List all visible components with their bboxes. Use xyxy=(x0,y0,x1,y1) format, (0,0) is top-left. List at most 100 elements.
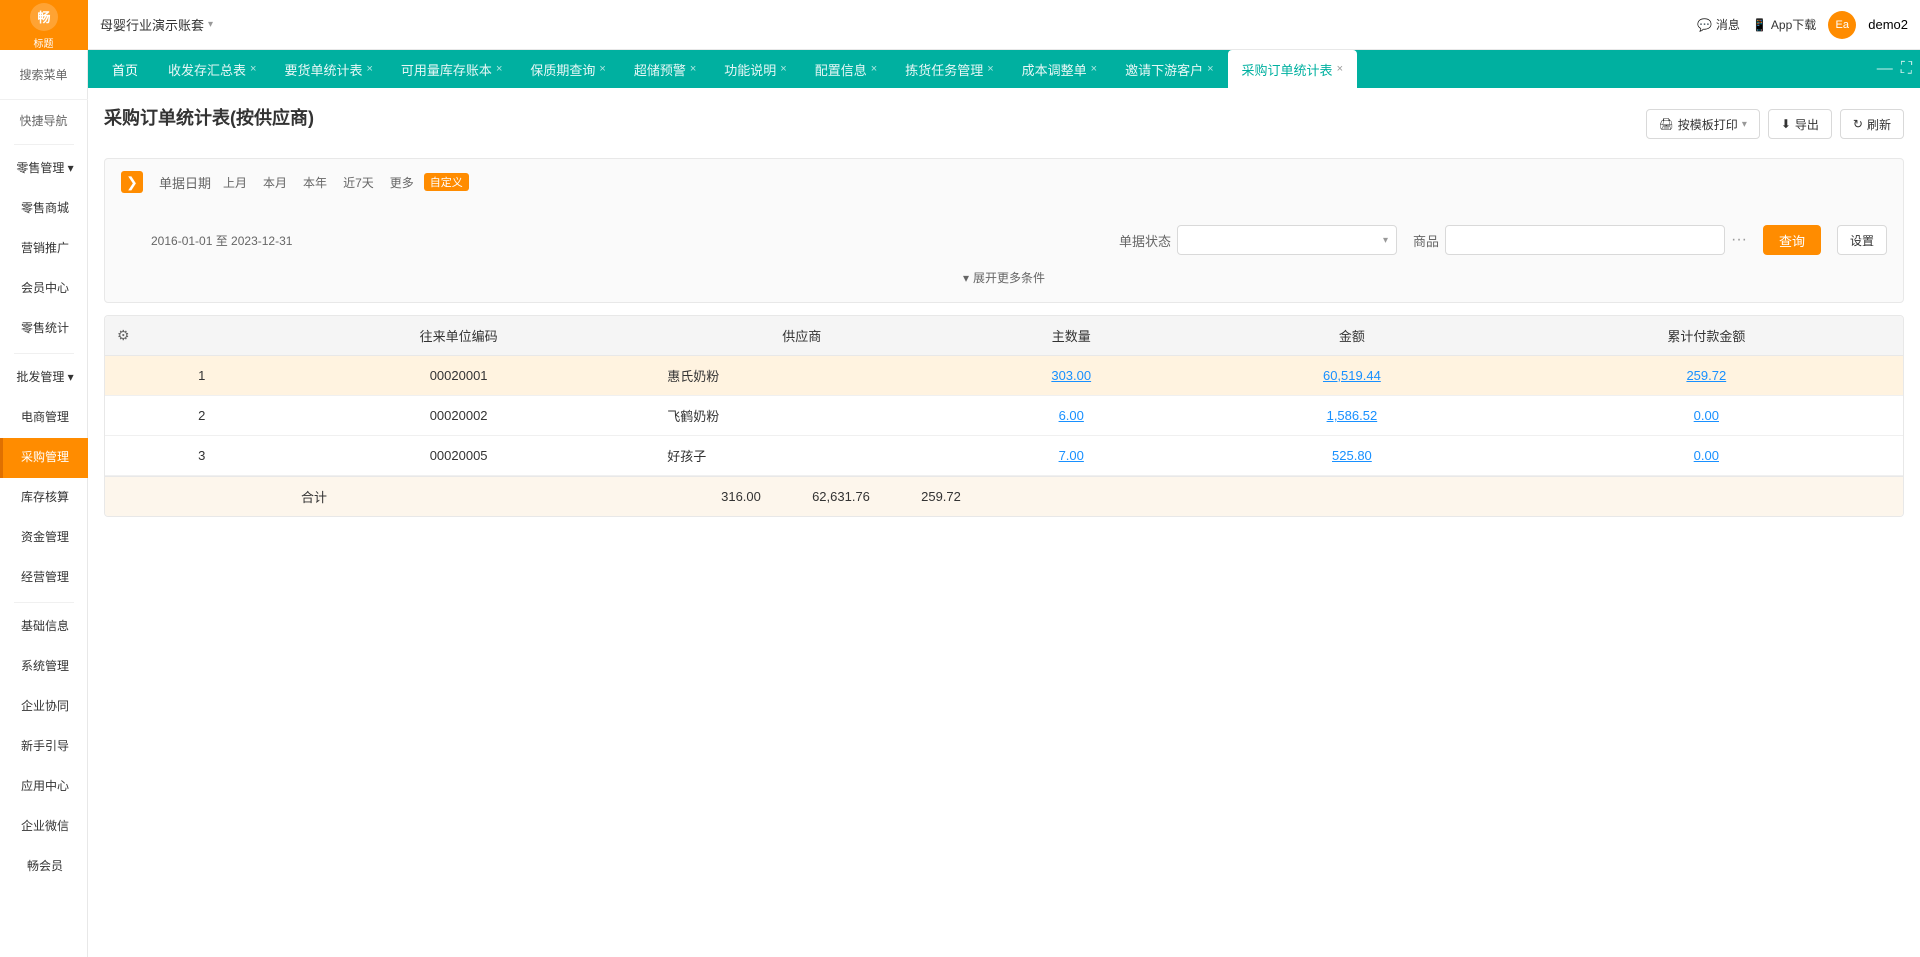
sidebar-item-member2[interactable]: 畅会员 xyxy=(0,847,88,887)
tab-label: 成本调整单 xyxy=(1022,60,1087,79)
tab-pick-task[interactable]: 拣货任务管理 × xyxy=(891,50,1007,88)
tab-close-icon[interactable]: × xyxy=(1337,63,1343,75)
date-btn-last-month[interactable]: 上月 xyxy=(217,172,253,193)
tab-warranty[interactable]: 保质期查询 × xyxy=(516,50,619,88)
sidebar-item-label: 营销推广 xyxy=(21,241,69,257)
user-name: demo2 xyxy=(1868,17,1908,32)
sidebar-item-operations[interactable]: 经营管理 xyxy=(0,558,88,598)
print-btn[interactable]: 🖨 按模板打印 ▾ xyxy=(1646,109,1760,139)
tab-close-icon[interactable]: × xyxy=(366,63,372,75)
settings-btn[interactable]: 设置 xyxy=(1837,225,1887,255)
sidebar-item-inventory[interactable]: 库存核算 xyxy=(0,478,88,518)
filter-status-select[interactable]: ▾ xyxy=(1177,225,1397,255)
tab-close-icon[interactable]: × xyxy=(871,63,877,75)
tab-label: 采购订单统计表 xyxy=(1242,60,1333,79)
row-supplier-code: 00020001 xyxy=(262,356,655,396)
paid-amount-link[interactable]: 0.00 xyxy=(1694,448,1719,463)
tab-cost-adjust[interactable]: 成本调整单 × xyxy=(1008,50,1111,88)
paid-amount-link[interactable]: 259.72 xyxy=(1686,368,1726,383)
user-avatar[interactable]: Ea xyxy=(1828,11,1856,39)
filter-goods-input[interactable] xyxy=(1445,225,1725,255)
table-gear-icon[interactable]: ⚙ xyxy=(117,327,130,343)
sidebar-item-newbie[interactable]: 新手引导 xyxy=(0,727,88,767)
date-btn-7days[interactable]: 近7天 xyxy=(337,172,380,193)
tab-label: 可用量库存账本 xyxy=(401,60,492,79)
filter-goods-more-icon[interactable]: ··· xyxy=(1731,231,1747,249)
main-qty-link[interactable]: 7.00 xyxy=(1059,448,1084,463)
th-amount: 金额 xyxy=(1194,316,1510,356)
tab-available-stock[interactable]: 可用量库存账本 × xyxy=(387,50,516,88)
amount-link[interactable]: 1,586.52 xyxy=(1327,408,1378,423)
sidebar-item-members[interactable]: 会员中心 xyxy=(0,269,88,309)
tab-close-icon[interactable]: × xyxy=(1091,63,1097,75)
export-btn[interactable]: ⬇ 导出 xyxy=(1768,109,1832,139)
workspace-selector[interactable]: 母婴行业演示账套 ▾ xyxy=(100,15,213,34)
sidebar-item-retail-stats[interactable]: 零售统计 xyxy=(0,309,88,349)
message-btn[interactable]: 💬 消息 xyxy=(1697,16,1740,33)
tab-expand-btn[interactable]: ⛶ xyxy=(1901,61,1912,77)
tab-close-icon[interactable]: × xyxy=(690,63,696,75)
table-row[interactable]: 1 00020001 惠氏奶粉 303.00 60,519.44 259.72 xyxy=(105,356,1903,396)
topnav: 母婴行业演示账套 ▾ 💬 消息 📱 App下载 Ea demo2 xyxy=(88,0,1920,50)
tab-function-desc[interactable]: 功能说明 × xyxy=(710,50,800,88)
tab-config-info[interactable]: 配置信息 × xyxy=(801,50,891,88)
paid-amount-link[interactable]: 0.00 xyxy=(1694,408,1719,423)
row-amount: 1,586.52 xyxy=(1194,396,1510,436)
row-supplier-name: 惠氏奶粉 xyxy=(655,356,948,396)
sidebar-quick-nav[interactable]: 快捷导航 xyxy=(0,100,88,140)
refresh-btn[interactable]: ↻ 刷新 xyxy=(1840,109,1904,139)
tab-close-icon[interactable]: × xyxy=(987,63,993,75)
sidebar-item-app-center[interactable]: 应用中心 xyxy=(0,767,88,807)
app-download-btn[interactable]: 📱 App下载 xyxy=(1752,16,1816,33)
date-custom-badge[interactable]: 自定义 xyxy=(424,173,469,191)
row-paid-amount: 0.00 xyxy=(1510,436,1903,476)
sidebar-item-ecommerce[interactable]: 电商管理 xyxy=(0,398,88,438)
date-btn-this-month[interactable]: 本月 xyxy=(257,172,293,193)
amount-link[interactable]: 60,519.44 xyxy=(1323,368,1381,383)
tab-close-icon[interactable]: × xyxy=(599,63,605,75)
tab-collapse-btn[interactable]: — xyxy=(1877,61,1893,77)
tab-label: 收发存汇总表 xyxy=(168,60,246,79)
sidebar-item-retail-mgmt[interactable]: 零售管理 ▾ xyxy=(0,149,88,189)
date-btn-more[interactable]: 更多 xyxy=(384,172,420,193)
date-btn-this-year[interactable]: 本年 xyxy=(297,172,333,193)
tab-close-icon[interactable]: × xyxy=(496,63,502,75)
tab-receive-send[interactable]: 收发存汇总表 × xyxy=(154,50,270,88)
tab-overstock[interactable]: 超储预警 × xyxy=(620,50,710,88)
row-amount: 60,519.44 xyxy=(1194,356,1510,396)
sidebar-item-basic-info[interactable]: 基础信息 xyxy=(0,607,88,647)
filter-expand-btn[interactable]: ▾ 展开更多条件 xyxy=(955,265,1053,290)
sidebar-item-retail-shop[interactable]: 零售商城 xyxy=(0,189,88,229)
tab-invite-downstream[interactable]: 邀请下游客户 × xyxy=(1111,50,1227,88)
sidebar-item-corp-wechat[interactable]: 企业微信 xyxy=(0,807,88,847)
th-index xyxy=(142,316,262,356)
sidebar-item-wholesale[interactable]: 批发管理 ▾ xyxy=(0,358,88,398)
sidebar-item-purchase[interactable]: 采购管理 xyxy=(0,438,88,478)
main-qty-link[interactable]: 6.00 xyxy=(1059,408,1084,423)
footer-label: 合计 xyxy=(301,487,691,506)
sidebar-item-finance[interactable]: 资金管理 xyxy=(0,518,88,558)
tab-goods-stats[interactable]: 要货单统计表 × xyxy=(270,50,386,88)
page-title-bar: 采购订单统计表(按供应商) 🖨 按模板打印 ▾ ⬇ 导出 ↻ 刷新 xyxy=(104,104,1904,144)
filter-status-item: 单据状态 ▾ xyxy=(1119,225,1397,255)
main-qty-link[interactable]: 303.00 xyxy=(1051,368,1091,383)
sidebar-item-label: 企业协同 xyxy=(21,699,69,715)
export-label: 导出 xyxy=(1795,116,1819,133)
tab-purchase-stats[interactable]: 采购订单统计表 × xyxy=(1228,50,1357,88)
filter-toggle-btn[interactable]: ❯ xyxy=(121,171,143,193)
sidebar-item-enterprise[interactable]: 企业协同 xyxy=(0,687,88,727)
table-row[interactable]: 3 00020005 好孩子 7.00 525.80 0.00 xyxy=(105,436,1903,476)
tab-close-icon[interactable]: × xyxy=(250,63,256,75)
amount-link[interactable]: 525.80 xyxy=(1332,448,1372,463)
refresh-icon: ↻ xyxy=(1853,117,1863,131)
tab-home[interactable]: 首页 xyxy=(96,50,154,88)
sidebar-item-marketing[interactable]: 营销推广 xyxy=(0,229,88,269)
tab-close-icon[interactable]: × xyxy=(1207,63,1213,75)
sidebar-item-system[interactable]: 系统管理 xyxy=(0,647,88,687)
sidebar-item-label: 经营管理 xyxy=(21,570,69,586)
query-btn[interactable]: 查询 xyxy=(1763,225,1821,255)
sidebar-search-btn[interactable]: 搜索菜单 xyxy=(0,50,88,100)
sidebar-divider-2 xyxy=(14,353,74,354)
table-row[interactable]: 2 00020002 飞鹤奶粉 6.00 1,586.52 0.00 xyxy=(105,396,1903,436)
tab-close-icon[interactable]: × xyxy=(780,63,786,75)
